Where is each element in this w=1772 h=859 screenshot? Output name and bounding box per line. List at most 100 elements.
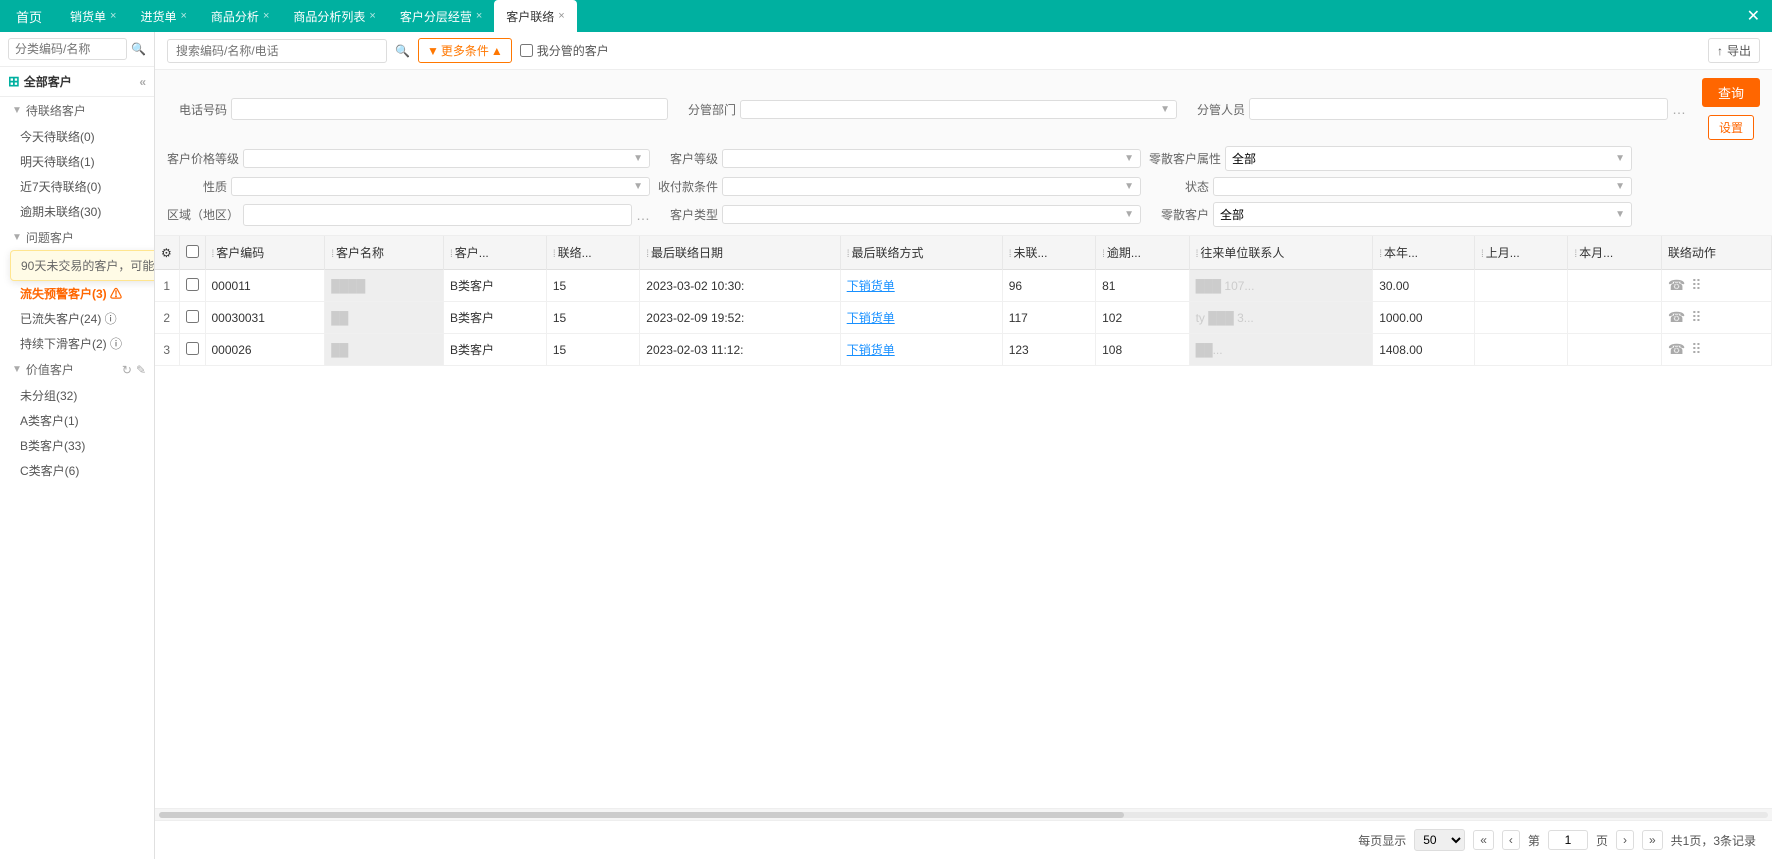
region-dots[interactable]: … bbox=[636, 207, 650, 223]
nature-select[interactable]: ▼ bbox=[231, 177, 650, 196]
settings-button[interactable]: 设置 bbox=[1708, 115, 1754, 140]
close-icon[interactable]: × bbox=[180, 10, 186, 22]
zero-customer-select[interactable]: 全部 ▼ bbox=[1213, 202, 1632, 227]
more-action-icon[interactable]: ⠿ bbox=[1691, 277, 1701, 294]
more-action-icon[interactable]: ⠿ bbox=[1691, 309, 1701, 326]
status-select[interactable]: ▼ bbox=[1213, 177, 1632, 196]
row-checkbox-cell[interactable] bbox=[179, 302, 205, 334]
sidebar-group-problem[interactable]: ▼ 问题客户 bbox=[0, 224, 154, 251]
sidebar-group-pending[interactable]: ▼ 待联络客户 bbox=[0, 97, 154, 124]
refresh-icon[interactable]: ↻ bbox=[122, 363, 132, 377]
row-checkbox[interactable] bbox=[186, 278, 199, 291]
close-icon[interactable]: × bbox=[558, 10, 564, 22]
close-icon[interactable]: × bbox=[110, 10, 116, 22]
more-action-icon[interactable]: ⠿ bbox=[1691, 341, 1701, 358]
tab-sales-order[interactable]: 销货单 × bbox=[58, 0, 128, 32]
tab-purchase-order[interactable]: 进货单 × bbox=[128, 0, 198, 32]
payment-select[interactable]: ▼ bbox=[722, 177, 1141, 196]
zero-attr-select[interactable]: 全部 ▼ bbox=[1225, 146, 1632, 171]
window-close-button[interactable]: ✕ bbox=[1735, 6, 1772, 26]
tab-customer-contact[interactable]: 客户联络 × bbox=[494, 0, 576, 32]
collapse-icon[interactable]: « bbox=[139, 75, 146, 89]
price-level-select[interactable]: ▼ bbox=[243, 149, 650, 168]
tab-product-analysis[interactable]: 商品分析 × bbox=[199, 0, 281, 32]
tab-product-analysis-list[interactable]: 商品分析列表 × bbox=[281, 0, 387, 32]
method-link[interactable]: 下销货单 bbox=[847, 311, 895, 325]
sidebar-item-7days[interactable]: 近7天待联络(0) bbox=[0, 174, 154, 199]
sidebar-item-today[interactable]: 今天待联络(0) bbox=[0, 124, 154, 149]
row-checkbox[interactable] bbox=[186, 310, 199, 323]
customer-type-select[interactable]: ▼ bbox=[722, 205, 1141, 224]
page-input[interactable] bbox=[1548, 830, 1588, 850]
export-button[interactable]: ↑ 导出 bbox=[1708, 38, 1760, 63]
th-name[interactable]: ⁞客户名称 bbox=[325, 236, 444, 270]
sidebar-item-class-a[interactable]: A类客户(1) bbox=[0, 408, 154, 433]
horizontal-scrollbar[interactable] bbox=[155, 808, 1772, 820]
th-contact-count[interactable]: ⁞联络... bbox=[546, 236, 639, 270]
dept-select[interactable]: ▼ bbox=[740, 100, 1177, 119]
my-customers-checkbox[interactable] bbox=[520, 44, 533, 57]
contact-action-icon[interactable]: ☎ bbox=[1668, 341, 1685, 358]
edit-icon[interactable]: ✎ bbox=[136, 363, 146, 377]
select-all-checkbox[interactable] bbox=[186, 245, 199, 258]
person-input[interactable] bbox=[1249, 98, 1668, 120]
th-last-month[interactable]: ⁞上月... bbox=[1474, 236, 1567, 270]
close-icon[interactable]: × bbox=[369, 10, 375, 22]
tooltip-problem-customers: 90天未交易的客户，可能有流失风险。 bbox=[10, 250, 155, 281]
last-page-button[interactable]: » bbox=[1642, 830, 1663, 850]
tab-customer-tier[interactable]: 客户分层经营 × bbox=[388, 0, 494, 32]
th-last-contact-date[interactable]: ⁞最后联络日期 bbox=[640, 236, 840, 270]
th-contact-person[interactable]: ⁞往来单位联系人 bbox=[1189, 236, 1373, 270]
th-overdue[interactable]: ⁞逾期... bbox=[1096, 236, 1189, 270]
th-select-all[interactable] bbox=[179, 236, 205, 270]
sidebar-item-class-c[interactable]: C类客户(6) bbox=[0, 458, 154, 483]
sidebar-search-input[interactable] bbox=[8, 38, 127, 60]
next-page-button[interactable]: › bbox=[1616, 830, 1634, 850]
prev-page-button[interactable]: ‹ bbox=[1502, 830, 1520, 850]
tab-home[interactable]: 首页 bbox=[0, 7, 58, 26]
customer-level-select[interactable]: ▼ bbox=[722, 149, 1141, 168]
sidebar-item-declining[interactable]: 持续下滑客户(2) ⓘ bbox=[0, 331, 154, 356]
first-page-button[interactable]: « bbox=[1473, 830, 1494, 850]
td-not-contact: 117 bbox=[1002, 302, 1095, 334]
sidebar-item-tomorrow[interactable]: 明天待联络(1) bbox=[0, 149, 154, 174]
close-icon[interactable]: × bbox=[263, 10, 269, 22]
filter-search-icon[interactable]: 🔍 bbox=[395, 44, 410, 58]
close-icon[interactable]: × bbox=[476, 10, 482, 22]
th-customer-type[interactable]: ⁞客户... bbox=[443, 236, 546, 270]
chevron-down-icon: ▼ bbox=[1124, 209, 1134, 220]
my-customers-checkbox-area[interactable]: 我分管的客户 bbox=[520, 42, 609, 59]
th-settings[interactable]: ⚙ bbox=[155, 236, 179, 270]
zero-attr-label: 零散客户属性 bbox=[1149, 150, 1221, 167]
all-customers-header[interactable]: ⊞ 全部客户 « bbox=[0, 67, 154, 97]
th-code[interactable]: ⁞客户编码 bbox=[205, 236, 325, 270]
per-page-select[interactable]: 50 100 200 bbox=[1414, 829, 1465, 851]
row-checkbox-cell[interactable] bbox=[179, 334, 205, 366]
phone-input[interactable] bbox=[231, 98, 668, 120]
sidebar-search-icon[interactable]: 🔍 bbox=[131, 42, 146, 56]
sidebar-item-churn-warning[interactable]: 流失预警客户(3) ⚠ bbox=[0, 281, 154, 306]
th-this-year[interactable]: ⁞本年... bbox=[1373, 236, 1475, 270]
th-last-contact-method[interactable]: ⁞最后联络方式 bbox=[840, 236, 1002, 270]
row-checkbox-cell[interactable] bbox=[179, 270, 205, 302]
scroll-thumb[interactable] bbox=[159, 812, 1124, 818]
td-actions: ☎ ⠿ bbox=[1661, 302, 1771, 334]
person-dots[interactable]: … bbox=[1672, 101, 1686, 117]
th-not-contact[interactable]: ⁞未联... bbox=[1002, 236, 1095, 270]
sidebar-group-value[interactable]: ▼ 价值客户 ↻ ✎ bbox=[0, 356, 154, 383]
filter-search-input[interactable] bbox=[167, 39, 387, 63]
row-checkbox[interactable] bbox=[186, 342, 199, 355]
contact-action-icon[interactable]: ☎ bbox=[1668, 277, 1685, 294]
more-conditions-button[interactable]: ▼ 更多条件 ▲ bbox=[418, 38, 512, 63]
method-link[interactable]: 下销货单 bbox=[847, 279, 895, 293]
query-button[interactable]: 查询 bbox=[1702, 78, 1760, 107]
region-input[interactable] bbox=[243, 204, 632, 226]
sidebar-item-class-b[interactable]: B类客户(33) bbox=[0, 433, 154, 458]
zero-customer-label: 零散客户 bbox=[1149, 206, 1209, 223]
contact-action-icon[interactable]: ☎ bbox=[1668, 309, 1685, 326]
sidebar-item-ungrouped[interactable]: 未分组(32) bbox=[0, 383, 154, 408]
sidebar-item-overdue-contact[interactable]: 逾期未联络(30) bbox=[0, 199, 154, 224]
th-this-month[interactable]: ⁞本月... bbox=[1568, 236, 1661, 270]
method-link[interactable]: 下销货单 bbox=[847, 343, 895, 357]
sidebar-item-churned[interactable]: 已流失客户(24) ⓘ bbox=[0, 306, 154, 331]
